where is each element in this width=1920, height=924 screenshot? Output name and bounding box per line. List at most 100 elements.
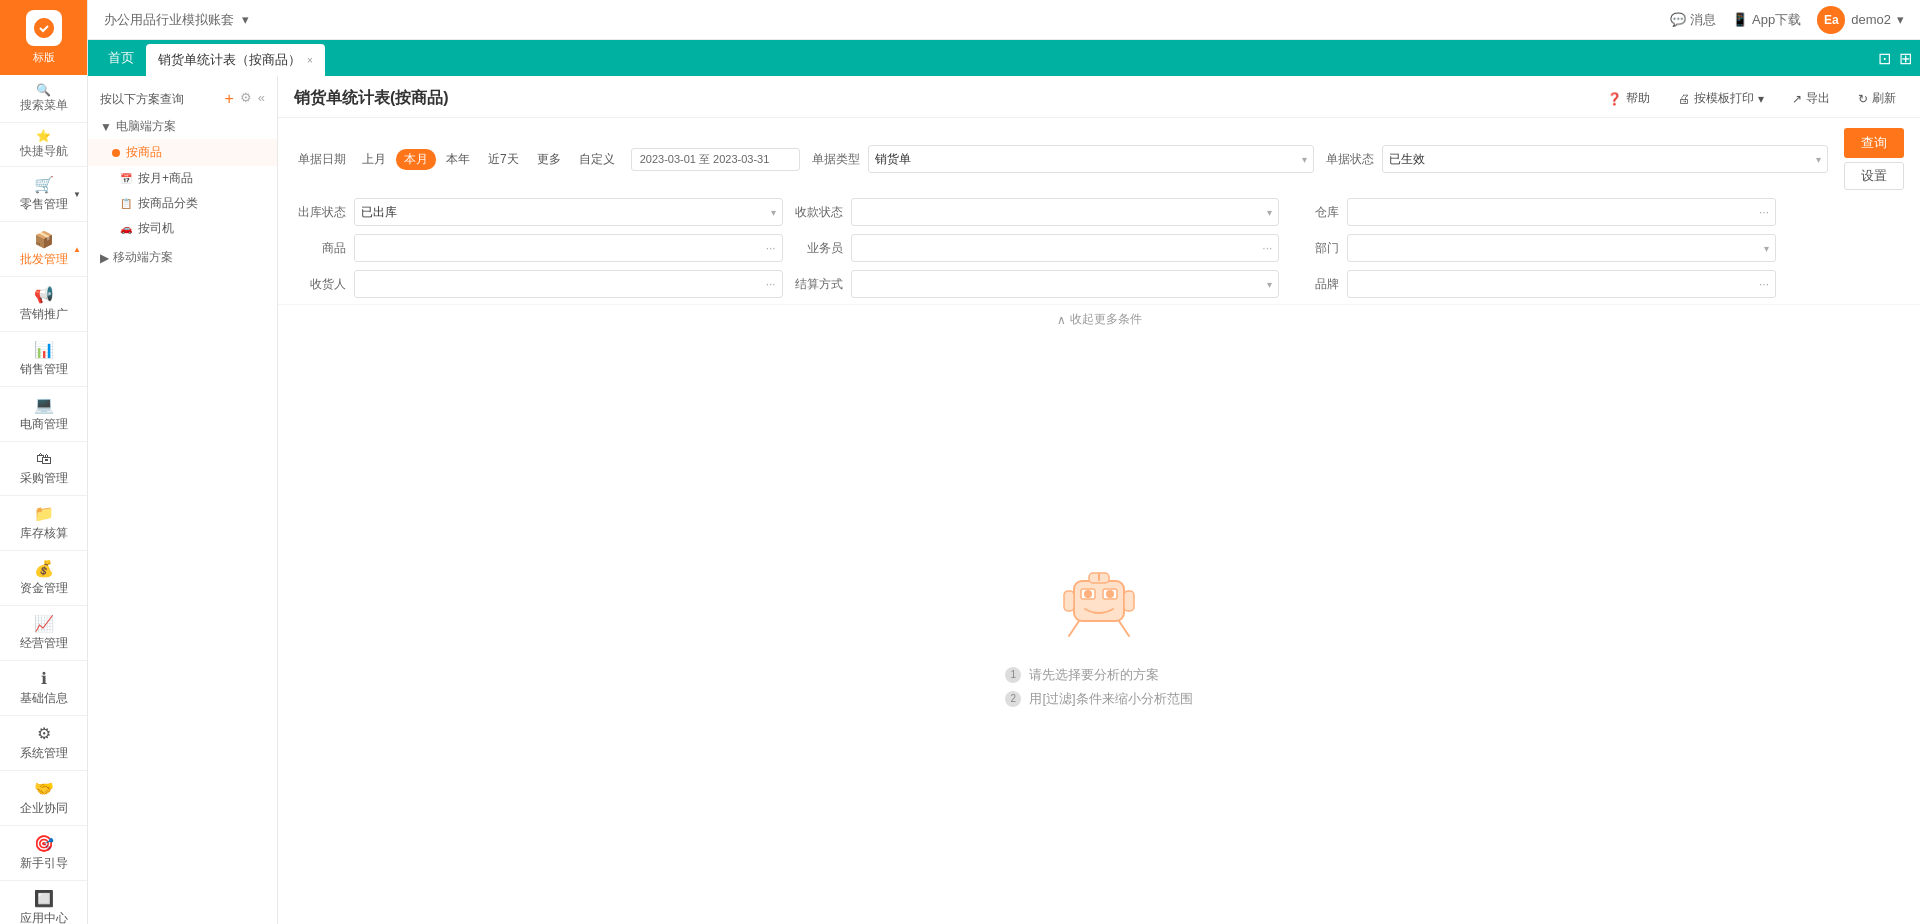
date-tab-this-month[interactable]: 本月 [396, 149, 436, 170]
empty-area: 1 请先选择要分析的方案 2 用[过滤]条件来缩小分析范围 [278, 334, 1920, 924]
tab-maximize-icon[interactable]: ⊞ [1899, 49, 1912, 68]
sidebar-item-collab[interactable]: 🤝 企业协同 [0, 771, 87, 826]
app-download-btn[interactable]: 📱 App下载 [1732, 11, 1801, 29]
scheme-item-by-driver-label: 按司机 [138, 220, 174, 237]
collapse-btn[interactable]: ∧ 收起更多条件 [1057, 311, 1142, 328]
warehouse-dots-icon[interactable]: ··· [1759, 205, 1769, 219]
sidebar-search[interactable]: 🔍 搜索菜单 [0, 75, 87, 123]
calendar-icon: 📅 [120, 173, 132, 184]
svg-rect-0 [1074, 581, 1124, 621]
content-area: 按以下方案查询 + ⚙ « ▼ 电脑端方案 按商品 📅 按月 [88, 76, 1920, 924]
sidebar-item-system[interactable]: ⚙ 系统管理 [0, 716, 87, 771]
receipt-status-control[interactable]: ▾ [851, 198, 1280, 226]
doc-type-control[interactable]: 销货单 ▾ [868, 145, 1314, 173]
app-tag: 标版 [33, 50, 55, 65]
date-tab-last-7days[interactable]: 近7天 [480, 149, 527, 170]
tab-home[interactable]: 首页 [96, 40, 146, 76]
settlement-control[interactable]: ▾ [851, 270, 1280, 298]
brand-control[interactable]: ··· [1347, 270, 1776, 298]
warehouse-control[interactable]: ··· [1347, 198, 1776, 226]
dept-control[interactable]: ▾ [1347, 234, 1776, 262]
tip-num-2: 2 [1005, 691, 1021, 707]
sidebar-item-guide[interactable]: 🎯 新手引导 [0, 826, 87, 881]
scheme-group-mobile-header[interactable]: ▶ 移动端方案 [88, 245, 277, 270]
print-dropdown-icon: ▾ [1758, 92, 1764, 106]
salesman-label: 业务员 [791, 240, 851, 257]
scheme-item-by-driver[interactable]: 🚗 按司机 [88, 216, 277, 241]
sidebar-item-apps[interactable]: 🔲 应用中心 [0, 881, 87, 924]
scheme-group-desktop: ▼ 电脑端方案 按商品 📅 按月+商品 📋 按商品分类 🚗 按司机 [88, 114, 277, 241]
user-dropdown-icon: ▾ [1897, 12, 1904, 27]
sidebar-item-purchase[interactable]: 🛍 采购管理 [0, 442, 87, 496]
page-title: 销货单统计表(按商品) [294, 88, 449, 109]
top-header-left: 办公用品行业模拟账套 ▾ [104, 11, 249, 29]
filter-date: 单据日期 上月 本月 本年 近7天 更多 自定义 2023-03-01 至 20… [294, 148, 800, 171]
message-btn[interactable]: 💬 消息 [1670, 11, 1716, 29]
scheme-item-by-goods-label: 按商品 [126, 144, 162, 161]
left-panel-header: 按以下方案查询 + ⚙ « [88, 84, 277, 114]
add-scheme-icon[interactable]: + [224, 90, 233, 108]
print-btn[interactable]: 🖨 按模板打印 ▾ [1670, 86, 1772, 111]
scheme-group-desktop-header[interactable]: ▼ 电脑端方案 [88, 114, 277, 139]
sidebar-item-basic[interactable]: ℹ 基础信息 [0, 661, 87, 716]
sidebar-item-marketing[interactable]: 📢 营销推广 [0, 277, 87, 332]
tab-minimize-icon[interactable]: ⊡ [1878, 49, 1891, 68]
filter-doc-status: 单据状态 已生效 ▾ [1322, 145, 1828, 173]
goods-control[interactable]: ··· [354, 234, 783, 262]
date-range-input[interactable]: 2023-03-01 至 2023-03-31 [631, 148, 800, 171]
out-status-control[interactable]: 已出库 ▾ [354, 198, 783, 226]
user-area[interactable]: Ea demo2 ▾ [1817, 6, 1904, 34]
salesman-dots-icon[interactable]: ··· [1262, 241, 1272, 255]
dropdown-arrow-icon[interactable]: ▾ [242, 12, 249, 27]
warehouse-label: 仓库 [1287, 204, 1347, 221]
tab-active-label: 销货单统计表（按商品） [158, 51, 301, 69]
sidebar-item-operations[interactable]: 📈 经营管理 [0, 606, 87, 661]
left-panel-title: 按以下方案查询 [100, 91, 184, 108]
svg-rect-7 [1064, 591, 1074, 611]
right-content: 销货单统计表(按商品) ❓ 帮助 🖨 按模板打印 ▾ ↗ 导出 [278, 76, 1920, 924]
collapse-panel-icon[interactable]: « [258, 90, 265, 108]
scheme-item-by-month-goods[interactable]: 📅 按月+商品 [88, 166, 277, 191]
date-tab-custom[interactable]: 自定义 [571, 149, 623, 170]
filter-settlement: 结算方式 ▾ [791, 270, 1280, 298]
sidebar-nav[interactable]: ⭐ 快捷导航 [0, 123, 87, 167]
user-name: demo2 [1851, 12, 1891, 27]
refresh-btn[interactable]: ↻ 刷新 [1850, 86, 1904, 111]
left-panel: 按以下方案查询 + ⚙ « ▼ 电脑端方案 按商品 📅 按月 [88, 76, 278, 924]
sidebar-item-finance[interactable]: 💰 资金管理 [0, 551, 87, 606]
settings-button[interactable]: 设置 [1844, 162, 1904, 190]
scheme-item-by-goods[interactable]: 按商品 [88, 139, 277, 166]
export-btn[interactable]: ↗ 导出 [1784, 86, 1838, 111]
scheme-item-by-category[interactable]: 📋 按商品分类 [88, 191, 277, 216]
edit-scheme-icon[interactable]: ⚙ [240, 90, 252, 108]
doc-status-control[interactable]: 已生效 ▾ [1382, 145, 1828, 173]
sidebar-item-retail[interactable]: 🛒 零售管理 [0, 167, 87, 222]
settlement-arrow-icon: ▾ [1267, 279, 1272, 290]
sidebar-item-ecommerce[interactable]: 💻 电商管理 [0, 387, 87, 442]
export-icon: ↗ [1792, 92, 1802, 106]
sidebar-item-sales[interactable]: 📊 销售管理 [0, 332, 87, 387]
message-icon: 💬 [1670, 12, 1686, 27]
date-tab-this-year[interactable]: 本年 [438, 149, 478, 170]
out-status-label: 出库状态 [294, 204, 354, 221]
empty-tip-2: 2 用[过滤]条件来缩小分析范围 [1005, 690, 1192, 708]
goods-dots-icon[interactable]: ··· [766, 241, 776, 255]
help-btn[interactable]: ❓ 帮助 [1599, 86, 1658, 111]
sidebar-item-inventory[interactable]: 📁 库存核算 [0, 496, 87, 551]
sidebar-item-wholesale[interactable]: 📦 批发管理 [0, 222, 87, 277]
receiver-dots-icon[interactable]: ··· [766, 277, 776, 291]
date-label: 单据日期 [294, 151, 354, 168]
tab-close-icon[interactable]: × [307, 55, 313, 66]
brand-dots-icon[interactable]: ··· [1759, 277, 1769, 291]
filter-warehouse: 仓库 ··· [1287, 198, 1776, 226]
svg-point-4 [1106, 590, 1114, 598]
filter-section: 单据日期 上月 本月 本年 近7天 更多 自定义 2023-03-01 至 20… [278, 118, 1920, 304]
tab-active[interactable]: 销货单统计表（按商品） × [146, 44, 325, 76]
doc-type-label: 单据类型 [808, 151, 868, 168]
query-button[interactable]: 查询 [1844, 128, 1904, 158]
salesman-control[interactable]: ··· [851, 234, 1280, 262]
receiver-control[interactable]: ··· [354, 270, 783, 298]
date-tab-more[interactable]: 更多 [529, 149, 569, 170]
receipt-status-label: 收款状态 [791, 204, 851, 221]
date-tab-last-month[interactable]: 上月 [354, 149, 394, 170]
